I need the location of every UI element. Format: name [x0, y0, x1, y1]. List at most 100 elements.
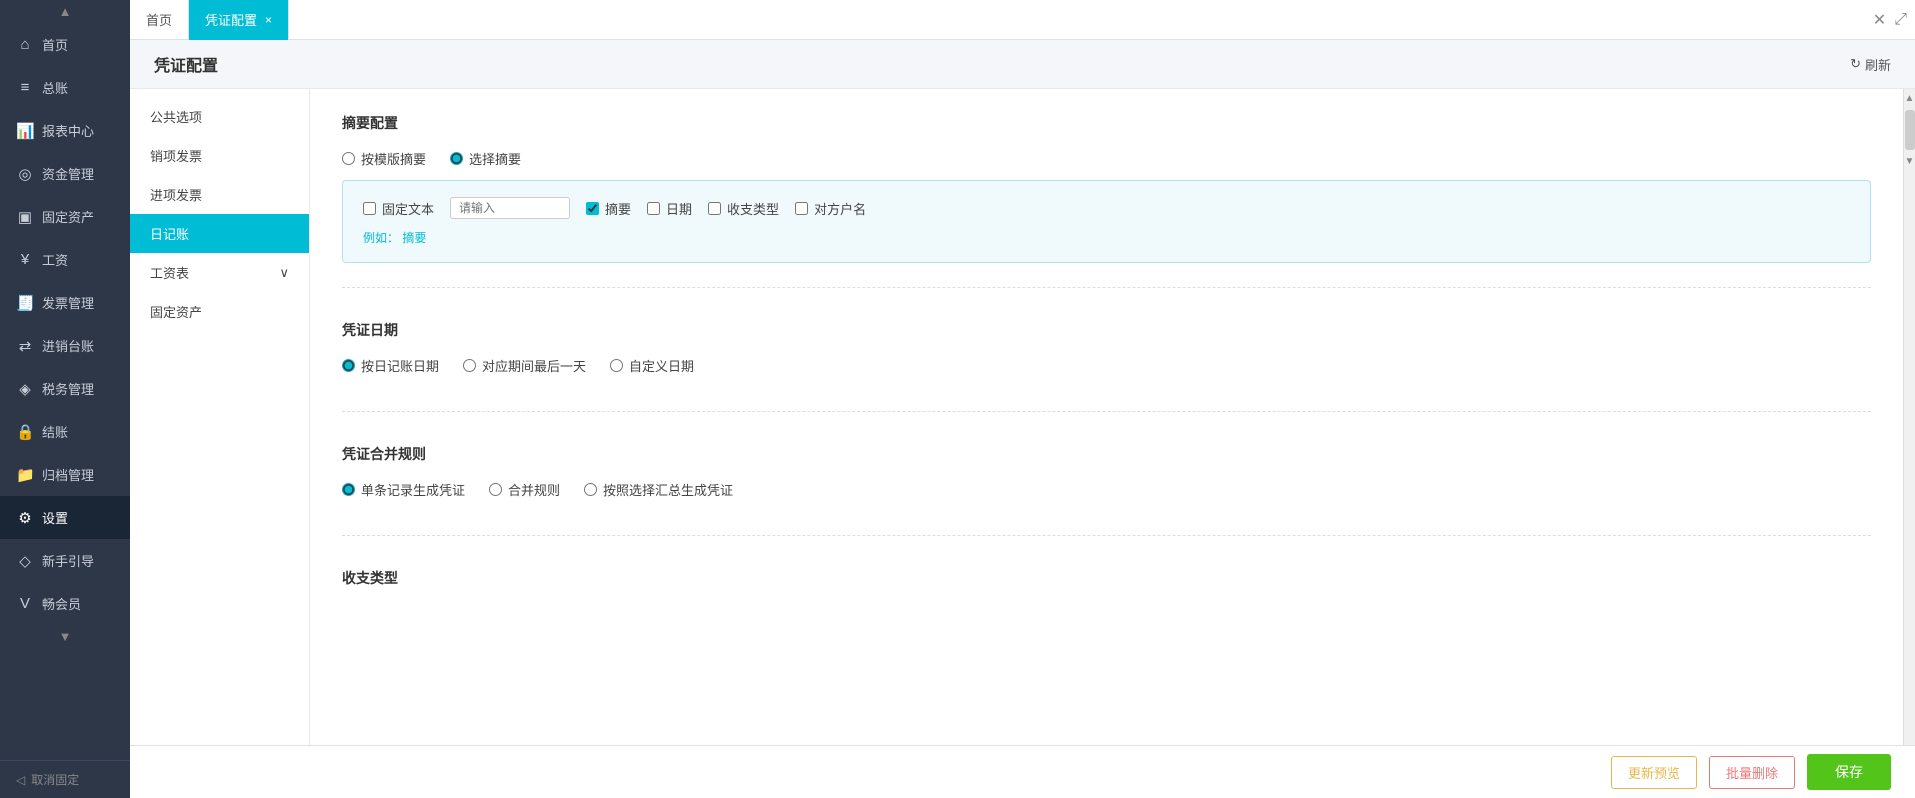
voucher-date-section-title: 凭证日期 [342, 320, 1871, 340]
by-selection-radio[interactable] [584, 483, 597, 496]
abstract-options-box: 固定文本 摘要 日期 [342, 180, 1871, 263]
template-abstract-radio[interactable] [342, 152, 355, 165]
payroll-icon: ¥ [16, 251, 34, 268]
body-layout: 公共选项 销项发票 进项发票 日记账 工资表 ∨ 固定资产 [130, 89, 1915, 745]
single-record-radio[interactable] [342, 483, 355, 496]
guide-icon: ◇ [16, 552, 34, 570]
merge-rules-radio-group: 单条记录生成凭证 合并规则 按照选择汇总生成凭证 [342, 480, 1871, 499]
sidebar-scroll-down[interactable]: ▼ [0, 625, 130, 648]
left-nav-purchase-invoice[interactable]: 进项发票 [130, 175, 309, 214]
left-nav-fixed-assets[interactable]: 固定资产 [130, 292, 309, 331]
content-wrapper: 凭证配置 ↻ 刷新 公共选项 销项发票 进项发票 日记账 [130, 40, 1915, 798]
counterpart-checkbox-label[interactable]: 对方户名 [795, 199, 866, 218]
sidebar-item-closing[interactable]: 🔒 结账 [0, 410, 130, 453]
scroll-thumb[interactable] [1905, 110, 1915, 150]
abstract-radio-group: 按模版摘要 选择摘要 [342, 149, 1871, 168]
tab-close-icon[interactable]: × [265, 13, 272, 27]
pin-icon: ◁ [16, 773, 25, 787]
left-nav-journal[interactable]: 日记账 [130, 214, 309, 253]
sidebar-item-archive[interactable]: 📁 归档管理 [0, 453, 130, 496]
tab-voucher-config[interactable]: 凭证配置 × [189, 0, 289, 40]
sidebar-item-funds[interactable]: ◎ 资金管理 [0, 152, 130, 195]
left-nav-public-options[interactable]: 公共选项 [130, 97, 309, 136]
page-title: 凭证配置 [154, 52, 218, 76]
reports-icon: 📊 [16, 122, 34, 140]
scroll-up-arrow[interactable]: ▲ [1904, 89, 1915, 108]
merge-rules-radio[interactable] [489, 483, 502, 496]
tab-bar-actions: ✕ ⤢ [1873, 10, 1915, 30]
sidebar-scroll-up[interactable]: ▲ [0, 0, 130, 23]
expand-arrow-icon: ∨ [279, 265, 289, 281]
counterpart-checkbox[interactable] [795, 202, 808, 215]
invoice-mgmt-icon: 🧾 [16, 294, 34, 312]
income-type-checkbox[interactable] [708, 202, 721, 215]
last-day-radio-label[interactable]: 对应期间最后一天 [463, 356, 586, 375]
by-journal-date-radio[interactable] [342, 359, 355, 372]
fixed-text-checkbox[interactable] [363, 202, 376, 215]
voucher-date-radio-group: 按日记账日期 对应期间最后一天 自定义日期 [342, 356, 1871, 375]
abstract-example: 例如： 摘要 [363, 229, 1850, 246]
date-checkbox-label[interactable]: 日期 [647, 199, 692, 218]
abstract-config-section: 摘要配置 按模版摘要 选择摘要 [342, 113, 1871, 288]
page-header: 凭证配置 ↻ 刷新 [130, 40, 1915, 89]
settings-icon: ⚙ [16, 509, 34, 527]
custom-date-radio[interactable] [610, 359, 623, 372]
funds-icon: ◎ [16, 165, 34, 183]
left-nav-sales-invoice[interactable]: 销项发票 [130, 136, 309, 175]
left-nav: 公共选项 销项发票 进项发票 日记账 工资表 ∨ 固定资产 [130, 89, 310, 745]
ledger-icon: ≡ [16, 79, 34, 96]
sidebar-item-ledger[interactable]: ≡ 总账 [0, 66, 130, 109]
voucher-date-section: 凭证日期 按日记账日期 对应期间最后一天 自定义日期 [342, 320, 1871, 412]
save-button[interactable]: 保存 [1807, 754, 1891, 790]
abstract-checkbox[interactable] [586, 202, 599, 215]
bottom-bar: 更新预览 批量删除 保存 [130, 745, 1915, 798]
closing-icon: 🔒 [16, 423, 34, 441]
sidebar-item-assets[interactable]: ▣ 固定资产 [0, 195, 130, 238]
abstract-section-title: 摘要配置 [342, 113, 1871, 133]
sidebar-item-guide[interactable]: ◇ 新手引导 [0, 539, 130, 582]
tab-home[interactable]: 首页 [130, 0, 189, 40]
sidebar-item-home[interactable]: ⌂ 首页 [0, 23, 130, 66]
assets-icon: ▣ [16, 208, 34, 226]
fixed-text-checkbox-label[interactable]: 固定文本 [363, 199, 434, 218]
sidebar-item-invoice-mgmt[interactable]: 🧾 发票管理 [0, 281, 130, 324]
sidebar-item-reports[interactable]: 📊 报表中心 [0, 109, 130, 152]
sidebar-item-purchase-sales[interactable]: ⇄ 进销台账 [0, 324, 130, 367]
update-preview-button[interactable]: 更新预览 [1611, 756, 1697, 789]
date-checkbox[interactable] [647, 202, 660, 215]
custom-date-radio-label[interactable]: 自定义日期 [610, 356, 694, 375]
last-day-radio[interactable] [463, 359, 476, 372]
select-abstract-radio[interactable] [450, 152, 463, 165]
merge-rules-radio-label[interactable]: 合并规则 [489, 480, 560, 499]
outer-scrollbar: ▲ ▼ [1903, 89, 1915, 745]
merge-rules-section-title: 凭证合并规则 [342, 444, 1871, 464]
sidebar-item-vip[interactable]: V 畅会员 [0, 582, 130, 625]
scroll-down-arrow[interactable]: ▼ [1904, 152, 1915, 171]
vip-icon: V [16, 595, 34, 612]
merge-rules-section: 凭证合并规则 单条记录生成凭证 合并规则 按照选择汇总生成凭证 [342, 444, 1871, 536]
purchase-sales-icon: ⇄ [16, 337, 34, 355]
tab-bar: 首页 凭证配置 × ✕ ⤢ [130, 0, 1915, 40]
cancel-pin-button[interactable]: ◁ 取消固定 [0, 760, 130, 798]
left-nav-payroll-table[interactable]: 工资表 ∨ [130, 253, 309, 292]
main-area: 首页 凭证配置 × ✕ ⤢ 凭证配置 ↻ 刷新 公共选项 [130, 0, 1915, 798]
template-abstract-radio-label[interactable]: 按模版摘要 [342, 149, 426, 168]
window-restore-icon[interactable]: ⤢ [1894, 11, 1907, 29]
abstract-checkbox-label[interactable]: 摘要 [586, 199, 631, 218]
sidebar-item-settings[interactable]: ⚙ 设置 [0, 496, 130, 539]
home-icon: ⌂ [16, 36, 34, 53]
single-record-radio-label[interactable]: 单条记录生成凭证 [342, 480, 465, 499]
income-type-section: 收支类型 [342, 568, 1871, 628]
refresh-button[interactable]: ↻ 刷新 [1850, 55, 1891, 74]
by-journal-date-radio-label[interactable]: 按日记账日期 [342, 356, 439, 375]
sidebar-item-tax[interactable]: ◈ 税务管理 [0, 367, 130, 410]
by-selection-radio-label[interactable]: 按照选择汇总生成凭证 [584, 480, 733, 499]
batch-delete-button[interactable]: 批量删除 [1709, 756, 1795, 789]
fixed-text-input[interactable] [450, 197, 570, 219]
tax-icon: ◈ [16, 380, 34, 398]
income-type-checkbox-label[interactable]: 收支类型 [708, 199, 779, 218]
window-close-icon[interactable]: ✕ [1873, 10, 1886, 30]
select-abstract-radio-label[interactable]: 选择摘要 [450, 149, 521, 168]
right-content: 摘要配置 按模版摘要 选择摘要 [310, 89, 1903, 745]
sidebar-item-payroll[interactable]: ¥ 工资 [0, 238, 130, 281]
